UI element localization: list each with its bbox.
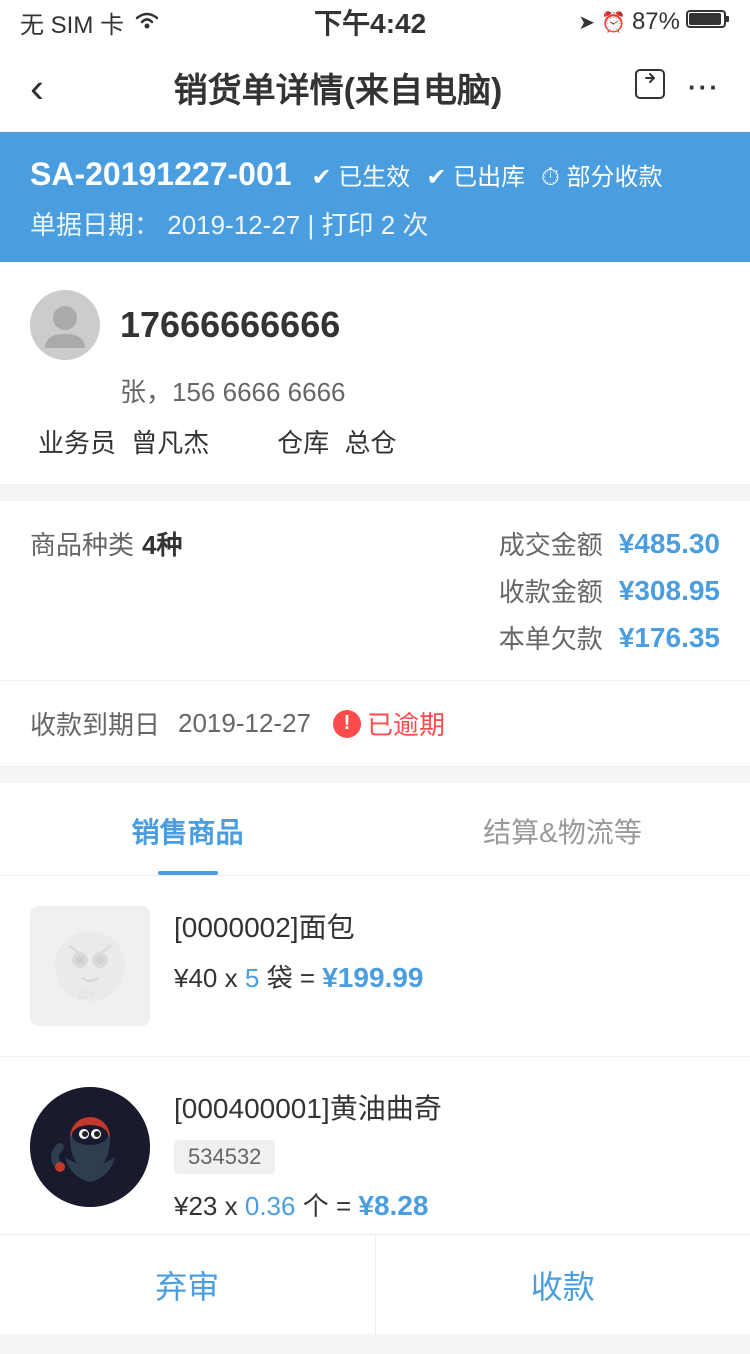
received-value: ¥308.95 bbox=[619, 575, 720, 607]
divider-1 bbox=[0, 485, 750, 501]
sim-label: 无 SIM 卡 bbox=[20, 5, 124, 40]
cancel-button[interactable]: 弃审 bbox=[0, 1235, 376, 1334]
overdue-text: 已逾期 bbox=[367, 705, 445, 742]
order-header-banner: SA-20191227-001 ✔ 已生效 ✔ 已出库 ⏱ 部分收款 单据日期：… bbox=[0, 132, 750, 262]
nav-left: ‹ bbox=[30, 64, 44, 112]
share-icon[interactable] bbox=[632, 66, 668, 110]
product-info-1: [0000002]面包 ¥40 x 5 袋 = ¥199.99 bbox=[174, 906, 720, 995]
product-unit-1: 袋 bbox=[267, 963, 293, 993]
overdue-badge: ! 已逾期 bbox=[333, 705, 445, 742]
product-type-label: 商品种类 bbox=[30, 525, 134, 562]
battery-label: 87% bbox=[632, 8, 680, 36]
product-unit-2: 个 bbox=[303, 1191, 329, 1221]
confirm-button[interactable]: 收款 bbox=[376, 1235, 750, 1334]
summary-card: 商品种类 4种 成交金额 ¥485.30 收款金额 ¥308.95 本单欠款 ¥… bbox=[0, 501, 750, 681]
product-placeholder-1: 品+ bbox=[30, 906, 150, 1026]
product-qty-2: 0.36 bbox=[245, 1191, 296, 1221]
alarm-icon: ⏰ bbox=[601, 10, 626, 35]
equals-2: = bbox=[336, 1191, 358, 1221]
warehouse-label: 仓库 bbox=[277, 428, 329, 458]
product-image-1: 品+ bbox=[30, 906, 150, 1026]
tabs-row: 销售商品 结算&物流等 bbox=[0, 783, 750, 876]
product-price-1: ¥40 bbox=[174, 963, 217, 993]
status-time: 下午4:42 bbox=[314, 2, 426, 42]
nav-actions: ··· bbox=[632, 66, 720, 110]
salesperson-value: 曾凡杰 bbox=[131, 428, 209, 458]
product-price-row-2: ¥23 x 0.36 个 = ¥8.28 bbox=[174, 1186, 720, 1223]
badge-partial-payment: ⏱ 部分收款 bbox=[541, 157, 662, 192]
overdue-dot-icon: ! bbox=[333, 710, 361, 738]
debt-label: 本单欠款 bbox=[499, 619, 603, 656]
location-icon: ➤ bbox=[578, 10, 595, 35]
back-button[interactable]: ‹ bbox=[30, 64, 44, 112]
print-count: 2 bbox=[381, 210, 395, 240]
product-price-2: ¥23 bbox=[174, 1191, 217, 1221]
due-date-value: 2019-12-27 bbox=[178, 708, 311, 739]
badge-shipped: ✔ 已出库 bbox=[426, 157, 525, 192]
due-date-label: 收款到期日 bbox=[30, 705, 160, 742]
product-total-1: ¥199.99 bbox=[322, 962, 423, 993]
price-separator-1: x bbox=[225, 963, 245, 993]
nav-bar: ‹ 销货单详情(来自电脑) ··· bbox=[0, 44, 750, 132]
customer-card: 17666666666 张，156 6666 6666 业务员 曾凡杰 仓库 总… bbox=[0, 262, 750, 485]
avatar bbox=[30, 290, 100, 360]
status-right: ➤ ⏰ 87% bbox=[578, 8, 730, 37]
product-price-row-1: ¥40 x 5 袋 = ¥199.99 bbox=[174, 958, 720, 995]
status-bar: 无 SIM 卡 下午4:42 ➤ ⏰ 87% bbox=[0, 0, 750, 44]
amount-label: 成交金额 bbox=[499, 525, 603, 562]
salesperson-meta: 业务员 曾凡杰 bbox=[30, 423, 209, 460]
product-badge-2: 534532 bbox=[174, 1140, 275, 1174]
battery-icon bbox=[686, 8, 730, 37]
wifi-icon bbox=[132, 8, 162, 36]
equals-1: = bbox=[300, 963, 322, 993]
product-count: 4种 bbox=[142, 525, 182, 562]
product-image-2 bbox=[30, 1087, 150, 1207]
product-item: 品+ [0000002]面包 ¥40 x 5 袋 = ¥199.99 bbox=[0, 876, 750, 1057]
product-qty-1: 5 bbox=[245, 963, 259, 993]
status-badges: ✔ 已生效 ✔ 已出库 ⏱ 部分收款 bbox=[312, 157, 663, 192]
banner-row1: SA-20191227-001 ✔ 已生效 ✔ 已出库 ⏱ 部分收款 bbox=[30, 156, 720, 193]
customer-meta: 业务员 曾凡杰 仓库 总仓 bbox=[30, 423, 720, 460]
amount-value: ¥485.30 bbox=[619, 528, 720, 560]
nav-title: 销货单详情(来自电脑) bbox=[174, 63, 503, 112]
debt-value: ¥176.35 bbox=[619, 622, 720, 654]
customer-header: 17666666666 bbox=[30, 290, 720, 360]
salesperson-label: 业务员 bbox=[38, 428, 116, 458]
received-row: 收款金额 ¥308.95 bbox=[499, 572, 720, 609]
debt-row: 本单欠款 ¥176.35 bbox=[499, 619, 720, 656]
tab-settlement[interactable]: 结算&物流等 bbox=[375, 783, 750, 875]
customer-name: 17666666666 bbox=[120, 304, 340, 346]
amount-row: 成交金额 ¥485.30 bbox=[499, 525, 720, 562]
page-content: SA-20191227-001 ✔ 已生效 ✔ 已出库 ⏱ 部分收款 单据日期：… bbox=[0, 132, 750, 1354]
received-label: 收款金额 bbox=[499, 572, 603, 609]
bottom-bar: 弃审 收款 bbox=[0, 1234, 750, 1334]
date-label: 单据日期： bbox=[30, 210, 160, 240]
summary-right: 成交金额 ¥485.30 收款金额 ¥308.95 本单欠款 ¥176.35 bbox=[499, 525, 720, 656]
product-list: 品+ [0000002]面包 ¥40 x 5 袋 = ¥199.99 bbox=[0, 876, 750, 1254]
product-name-2: [000400001]黄油曲奇 bbox=[174, 1087, 720, 1127]
warehouse-value: 总仓 bbox=[345, 428, 397, 458]
date-value: 2019-12-27 bbox=[167, 210, 300, 240]
product-item-2: [000400001]黄油曲奇 534532 ¥23 x 0.36 个 = ¥8… bbox=[0, 1057, 750, 1254]
status-left: 无 SIM 卡 bbox=[20, 5, 162, 40]
summary-left: 商品种类 4种 bbox=[30, 525, 182, 562]
product-name-1: [0000002]面包 bbox=[174, 906, 720, 946]
warehouse-meta: 仓库 总仓 bbox=[269, 423, 396, 460]
order-id: SA-20191227-001 bbox=[30, 156, 292, 193]
customer-sub: 张，156 6666 6666 bbox=[30, 372, 720, 409]
price-separator-2: x bbox=[225, 1191, 245, 1221]
due-date-section: 收款到期日 2019-12-27 ! 已逾期 bbox=[0, 681, 750, 767]
summary-row: 商品种类 4种 成交金额 ¥485.30 收款金额 ¥308.95 本单欠款 ¥… bbox=[30, 525, 720, 656]
banner-row2: 单据日期： 2019-12-27 | 打印 2 次 bbox=[30, 205, 720, 242]
tabs-section: 销售商品 结算&物流等 bbox=[0, 783, 750, 876]
svg-text:品+: 品+ bbox=[78, 989, 94, 1001]
print-label: | 打印 bbox=[307, 210, 373, 240]
more-icon[interactable]: ··· bbox=[688, 72, 720, 103]
product-info-2: [000400001]黄油曲奇 534532 ¥23 x 0.36 个 = ¥8… bbox=[174, 1087, 720, 1223]
badge-effective: ✔ 已生效 bbox=[312, 157, 411, 192]
tab-products[interactable]: 销售商品 bbox=[0, 783, 375, 875]
product-total-2: ¥8.28 bbox=[358, 1190, 428, 1221]
print-unit: 次 bbox=[402, 210, 428, 240]
